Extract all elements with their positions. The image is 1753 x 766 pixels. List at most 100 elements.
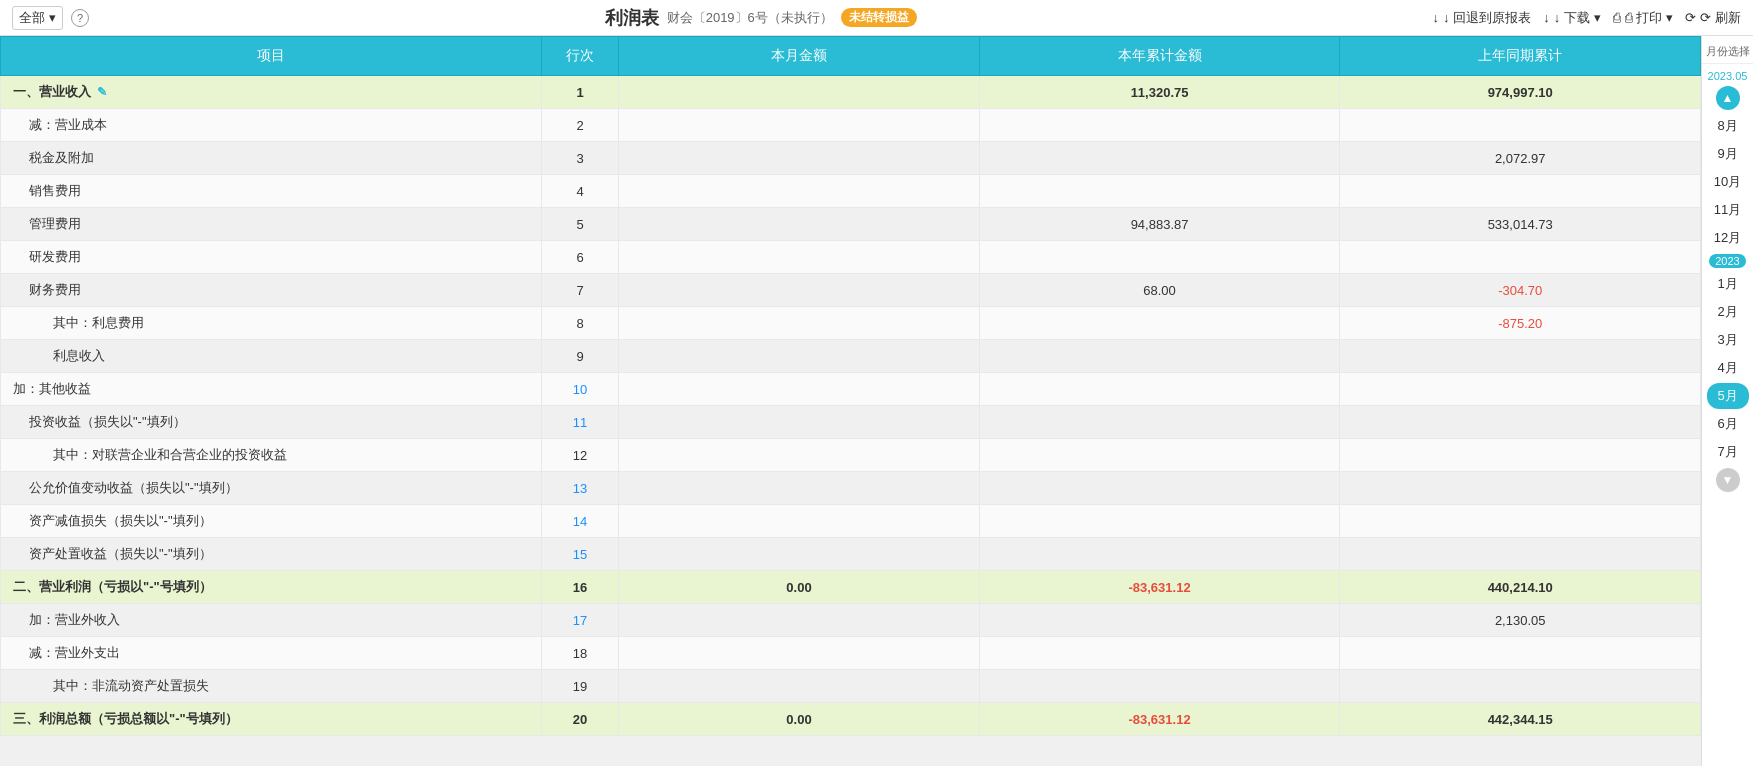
this-month-8 xyxy=(619,340,980,373)
month-item-10[interactable]: 10月 xyxy=(1707,169,1749,195)
this-year-9 xyxy=(979,373,1340,406)
this-month-0 xyxy=(619,76,980,109)
last-year-5 xyxy=(1340,241,1701,274)
download-icon: ↓ xyxy=(1543,10,1550,25)
download-chevron: ▾ xyxy=(1594,10,1601,25)
scroll-down-button[interactable]: ▼ xyxy=(1716,468,1740,492)
row-num-16[interactable]: 17 xyxy=(541,604,618,637)
month-item-5[interactable]: 5月 xyxy=(1707,383,1749,409)
item-cell-2: 税金及附加 xyxy=(1,142,542,175)
this-year-5 xyxy=(979,241,1340,274)
last-year-19: 442,344.15 xyxy=(1340,703,1701,736)
download-button[interactable]: ↓ ↓ 下载 ▾ xyxy=(1543,9,1601,27)
last-year-7: -875.20 xyxy=(1340,307,1701,340)
row-num-12[interactable]: 13 xyxy=(541,472,618,505)
this-year-11 xyxy=(979,439,1340,472)
row-num-19: 20 xyxy=(541,703,618,736)
item-cell-3: 销售费用 xyxy=(1,175,542,208)
month-item-4[interactable]: 4月 xyxy=(1707,355,1749,381)
last-year-12 xyxy=(1340,472,1701,505)
row-num-10[interactable]: 11 xyxy=(541,406,618,439)
item-cell-12: 公允价值变动收益（损失以"-"填列） xyxy=(1,472,542,505)
this-month-3 xyxy=(619,175,980,208)
this-month-5 xyxy=(619,241,980,274)
this-month-17 xyxy=(619,637,980,670)
this-month-7 xyxy=(619,307,980,340)
this-month-19: 0.00 xyxy=(619,703,980,736)
item-cell-1: 减：营业成本 xyxy=(1,109,542,142)
this-month-15: 0.00 xyxy=(619,571,980,604)
this-year-8 xyxy=(979,340,1340,373)
row-num-1: 2 xyxy=(541,109,618,142)
this-year-17 xyxy=(979,637,1340,670)
help-icon[interactable]: ? xyxy=(71,9,89,27)
row-num-2: 3 xyxy=(541,142,618,175)
month-item-6[interactable]: 6月 xyxy=(1707,411,1749,437)
last-year-14 xyxy=(1340,538,1701,571)
row-num-18: 19 xyxy=(541,670,618,703)
main-container: 项目 行次 本月金额 本年累计金额 上年同期累计 一、营业收入✎111,320.… xyxy=(0,36,1753,766)
item-cell-11: 其中：对联营企业和合营企业的投资收益 xyxy=(1,439,542,472)
this-year-16 xyxy=(979,604,1340,637)
edit-icon[interactable]: ✎ xyxy=(97,85,107,99)
this-month-18 xyxy=(619,670,980,703)
this-year-7 xyxy=(979,307,1340,340)
header-bar: 全部 ▾ ? 利润表 财会〔2019〕6号（未执行） 未结转损益 ↓ ↓ 回退到… xyxy=(0,0,1753,36)
row-num-14[interactable]: 15 xyxy=(541,538,618,571)
item-cell-4: 管理费用 xyxy=(1,208,542,241)
item-cell-17: 减：营业外支出 xyxy=(1,637,542,670)
month-item-7[interactable]: 7月 xyxy=(1707,439,1749,465)
item-cell-16: 加：营业外收入 xyxy=(1,604,542,637)
month-item-9[interactable]: 9月 xyxy=(1707,141,1749,167)
page-subtitle: 财会〔2019〕6号（未执行） xyxy=(667,9,833,27)
row-num-9[interactable]: 10 xyxy=(541,373,618,406)
this-year-3 xyxy=(979,175,1340,208)
month-item-2[interactable]: 2月 xyxy=(1707,299,1749,325)
year-badge: 2023 xyxy=(1709,254,1745,268)
scope-dropdown[interactable]: 全部 ▾ xyxy=(12,6,63,30)
this-year-0: 11,320.75 xyxy=(979,76,1340,109)
this-year-6: 68.00 xyxy=(979,274,1340,307)
this-year-13 xyxy=(979,505,1340,538)
item-cell-18: 其中：非流动资产处置损失 xyxy=(1,670,542,703)
last-year-13 xyxy=(1340,505,1701,538)
print-button[interactable]: ⎙ ⎙ 打印 ▾ xyxy=(1613,9,1674,27)
row-num-5: 6 xyxy=(541,241,618,274)
refresh-button[interactable]: ⟳ ⟳ 刷新 xyxy=(1685,9,1741,27)
scroll-up-button[interactable]: ▲ xyxy=(1716,86,1740,110)
row-num-0: 1 xyxy=(541,76,618,109)
month-item-12[interactable]: 12月 xyxy=(1707,225,1749,251)
header-center: 利润表 财会〔2019〕6号（未执行） 未结转损益 xyxy=(605,6,917,30)
this-month-11 xyxy=(619,439,980,472)
this-year-1 xyxy=(979,109,1340,142)
month-item-1[interactable]: 1月 xyxy=(1707,271,1749,297)
this-month-13 xyxy=(619,505,980,538)
this-month-6 xyxy=(619,274,980,307)
row-num-7: 8 xyxy=(541,307,618,340)
this-year-2 xyxy=(979,142,1340,175)
item-cell-7: 其中：利息费用 xyxy=(1,307,542,340)
item-cell-8: 利息收入 xyxy=(1,340,542,373)
back-button[interactable]: ↓ ↓ 回退到原报表 xyxy=(1433,9,1532,27)
last-year-16: 2,130.05 xyxy=(1340,604,1701,637)
profit-table: 项目 行次 本月金额 本年累计金额 上年同期累计 一、营业收入✎111,320.… xyxy=(0,36,1701,736)
this-year-4: 94,883.87 xyxy=(979,208,1340,241)
row-num-13[interactable]: 14 xyxy=(541,505,618,538)
this-year-14 xyxy=(979,538,1340,571)
item-cell-9: 加：其他收益 xyxy=(1,373,542,406)
status-badge[interactable]: 未结转损益 xyxy=(841,8,917,27)
month-item-11[interactable]: 11月 xyxy=(1707,197,1749,223)
month-item-8[interactable]: 8月 xyxy=(1707,113,1749,139)
last-year-6: -304.70 xyxy=(1340,274,1701,307)
row-num-8: 9 xyxy=(541,340,618,373)
last-year-4: 533,014.73 xyxy=(1340,208,1701,241)
item-cell-10: 投资收益（损失以"-"填列） xyxy=(1,406,542,439)
sidebar-title: 月份选择 xyxy=(1702,40,1753,64)
this-year-12 xyxy=(979,472,1340,505)
month-item-3[interactable]: 3月 xyxy=(1707,327,1749,353)
last-year-17 xyxy=(1340,637,1701,670)
last-year-18 xyxy=(1340,670,1701,703)
this-year-18 xyxy=(979,670,1340,703)
last-year-0: 974,997.10 xyxy=(1340,76,1701,109)
row-num-11: 12 xyxy=(541,439,618,472)
